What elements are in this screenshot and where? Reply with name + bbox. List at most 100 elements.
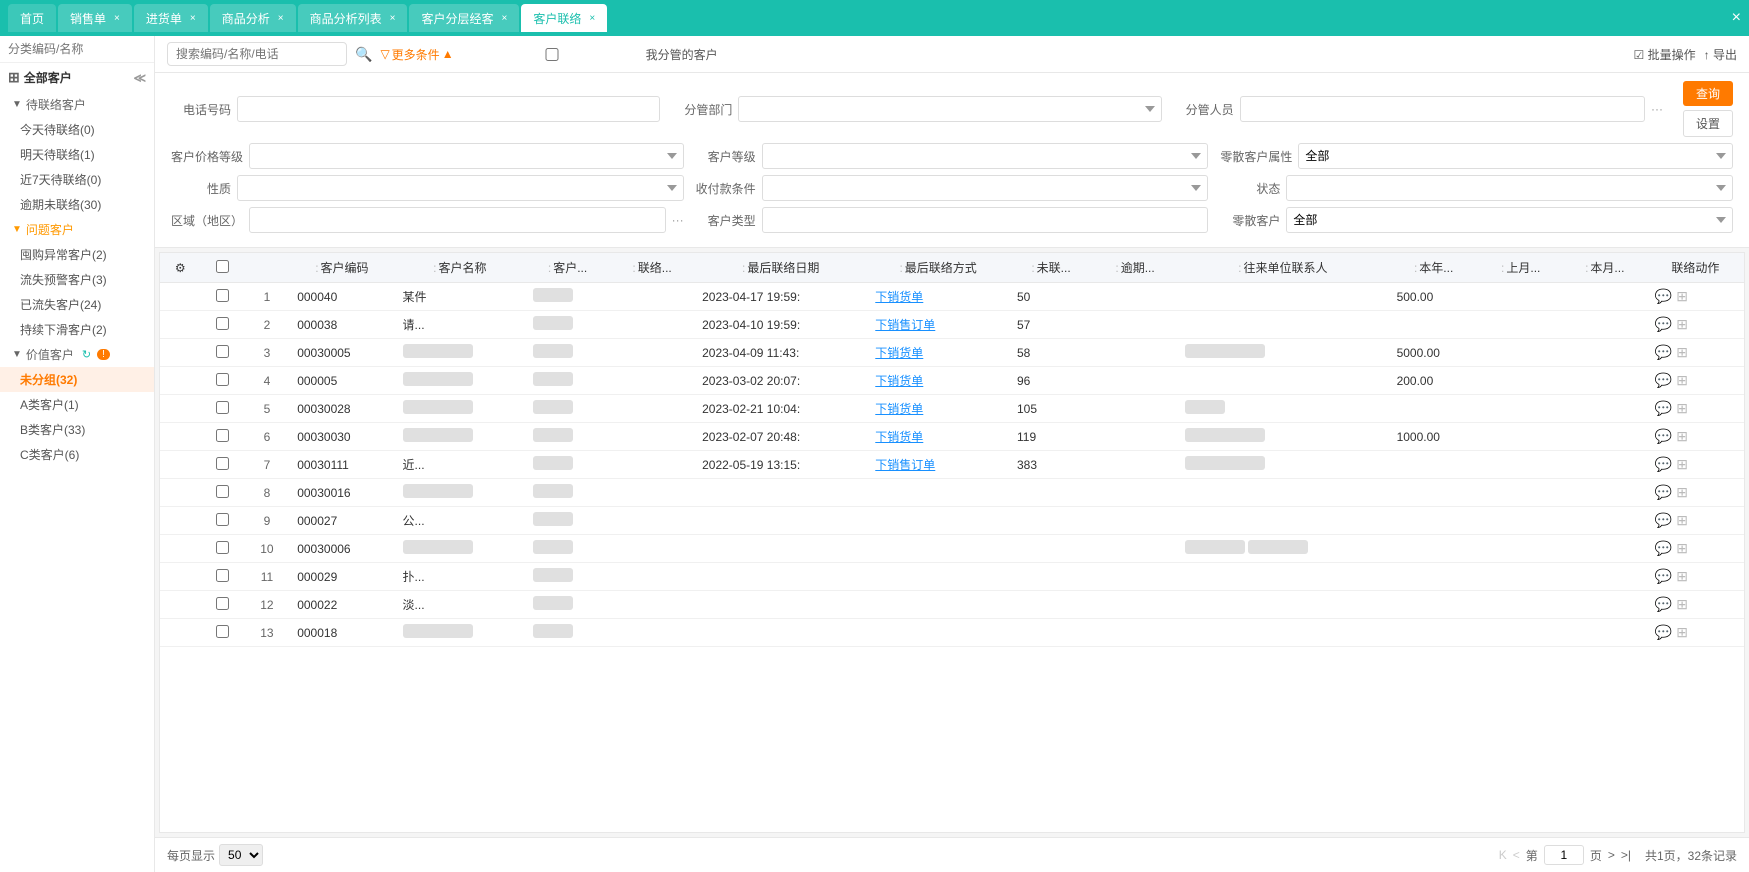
person-input[interactable] [1240, 96, 1645, 122]
grid-action-icon[interactable]: ⊞ [1676, 596, 1688, 613]
chat-icon[interactable]: 💬 [1655, 540, 1672, 557]
chat-icon[interactable]: 💬 [1655, 344, 1672, 361]
last-method-cell[interactable]: 下销货单 [867, 339, 1009, 367]
sidebar-item-churned[interactable]: 已流失客户(24) [0, 292, 154, 317]
method-link[interactable]: 下销货单 [875, 374, 923, 388]
code-column-header[interactable]: :客户编码 [289, 253, 394, 283]
sidebar-collapse-icon[interactable]: ≪ [133, 71, 146, 85]
payment-select[interactable] [762, 175, 1209, 201]
sidebar-group-problem[interactable]: ▼ 问题客户 [0, 217, 154, 242]
last-method-cell[interactable]: 下销售订单 [867, 311, 1009, 339]
row-checkbox-cell[interactable] [201, 535, 245, 563]
tab-product-analysis-close[interactable]: × [278, 13, 284, 24]
grid-action-icon[interactable]: ⊞ [1676, 316, 1688, 333]
last-method-cell[interactable] [867, 591, 1009, 619]
row-checkbox-cell[interactable] [201, 591, 245, 619]
grid-action-icon[interactable]: ⊞ [1676, 288, 1688, 305]
contact-column-header[interactable]: :联络... [610, 253, 694, 283]
grid-action-icon[interactable]: ⊞ [1676, 484, 1688, 501]
row-checkbox[interactable] [216, 345, 229, 358]
chat-icon[interactable]: 💬 [1655, 512, 1672, 529]
last-method-cell[interactable] [867, 507, 1009, 535]
refresh-icon[interactable]: ↻ [82, 348, 91, 361]
sidebar-item-overdue[interactable]: 逾期未联络(30) [0, 192, 154, 217]
row-checkbox-cell[interactable] [201, 395, 245, 423]
last-method-column-header[interactable]: :最后联络方式 [867, 253, 1009, 283]
last-method-cell[interactable] [867, 479, 1009, 507]
uncontacted-column-header[interactable]: :未联... [1009, 253, 1093, 283]
last-date-column-header[interactable]: :最后联络日期 [694, 253, 867, 283]
sidebar-item-churn-warning[interactable]: 流失预警客户(3) [0, 267, 154, 292]
sidebar-item-tomorrow[interactable]: 明天待联络(1) [0, 142, 154, 167]
row-checkbox-cell[interactable] [201, 507, 245, 535]
sidebar-item-class-c[interactable]: C类客户(6) [0, 442, 154, 467]
sidebar-item-hoarding[interactable]: 囤购异常客户(2) [0, 242, 154, 267]
sidebar-item-class-a[interactable]: A类客户(1) [0, 392, 154, 417]
row-checkbox-cell[interactable] [201, 367, 245, 395]
last-method-cell[interactable]: 下销售订单 [867, 451, 1009, 479]
my-customers-check[interactable] [462, 48, 642, 61]
row-checkbox-cell[interactable] [201, 423, 245, 451]
row-checkbox[interactable] [216, 289, 229, 302]
page-number-input[interactable] [1544, 845, 1584, 865]
my-customers-checkbox[interactable]: 我分管的客户 [462, 46, 718, 63]
row-checkbox[interactable] [216, 485, 229, 498]
row-checkbox[interactable] [216, 625, 229, 638]
row-checkbox[interactable] [216, 513, 229, 526]
grid-action-icon[interactable]: ⊞ [1676, 344, 1688, 361]
last-method-cell[interactable]: 下销货单 [867, 395, 1009, 423]
chat-icon[interactable]: 💬 [1655, 400, 1672, 417]
tab-product-analysis[interactable]: 商品分析 × [210, 4, 296, 32]
last-month-column-header[interactable]: :上月... [1479, 253, 1563, 283]
chat-icon[interactable]: 💬 [1655, 428, 1672, 445]
overdue-column-header[interactable]: :逾期... [1093, 253, 1177, 283]
name-column-header[interactable]: :客户名称 [395, 253, 526, 283]
sidebar-item-declining[interactable]: 持续下滑客户(2) [0, 317, 154, 342]
grid-action-icon[interactable]: ⊞ [1676, 428, 1688, 445]
grid-action-icon[interactable]: ⊞ [1676, 624, 1688, 641]
chat-icon[interactable]: 💬 [1655, 372, 1672, 389]
method-link[interactable]: 下销货单 [875, 346, 923, 360]
search-input[interactable] [167, 42, 347, 66]
this-month-column-header[interactable]: :本月... [1563, 253, 1647, 283]
row-checkbox-cell[interactable] [201, 283, 245, 311]
chat-icon[interactable]: 💬 [1655, 624, 1672, 641]
chat-icon[interactable]: 💬 [1655, 288, 1672, 305]
last-method-cell[interactable] [867, 619, 1009, 647]
export-button[interactable]: ↑ 导出 [1704, 46, 1737, 63]
last-method-cell[interactable]: 下销货单 [867, 423, 1009, 451]
row-checkbox[interactable] [216, 373, 229, 386]
row-checkbox[interactable] [216, 401, 229, 414]
region-input[interactable] [249, 207, 666, 233]
chat-icon[interactable]: 💬 [1655, 596, 1672, 613]
sidebar-group-pending[interactable]: ▼ 待联络客户 [0, 92, 154, 117]
tab-product-list[interactable]: 商品分析列表 × [298, 4, 408, 32]
tab-customer-contact-close[interactable]: × [589, 13, 595, 24]
cust-type-input[interactable] [762, 207, 1209, 233]
next-page-button[interactable]: > [1608, 848, 1615, 862]
row-checkbox[interactable] [216, 457, 229, 470]
table-settings-icon[interactable]: ⚙ [175, 261, 186, 275]
tab-home[interactable]: 首页 [8, 4, 56, 32]
sidebar-group-value[interactable]: ▼ 价值客户 ↻ ! [0, 342, 154, 367]
last-page-button[interactable]: >| [1621, 848, 1631, 862]
last-method-cell[interactable] [867, 563, 1009, 591]
last-method-cell[interactable]: 下销货单 [867, 283, 1009, 311]
person-dots[interactable]: ··· [1651, 102, 1663, 116]
chat-icon[interactable]: 💬 [1655, 316, 1672, 333]
last-method-cell[interactable]: 下销货单 [867, 367, 1009, 395]
row-checkbox[interactable] [216, 541, 229, 554]
chat-icon[interactable]: 💬 [1655, 568, 1672, 585]
method-link[interactable]: 下销货单 [875, 430, 923, 444]
row-checkbox-cell[interactable] [201, 563, 245, 591]
row-checkbox[interactable] [216, 429, 229, 442]
sidebar-item-class-b[interactable]: B类客户(33) [0, 417, 154, 442]
tab-customer-tier[interactable]: 客户分层经客 × [409, 4, 519, 32]
row-checkbox[interactable] [216, 569, 229, 582]
all-customers-header[interactable]: ⊞ 全部客户 ≪ [0, 63, 154, 92]
grid-action-icon[interactable]: ⊞ [1676, 540, 1688, 557]
tab-sales-close[interactable]: × [114, 13, 120, 24]
row-checkbox-cell[interactable] [201, 339, 245, 367]
row-checkbox-cell[interactable] [201, 479, 245, 507]
grid-action-icon[interactable]: ⊞ [1676, 568, 1688, 585]
